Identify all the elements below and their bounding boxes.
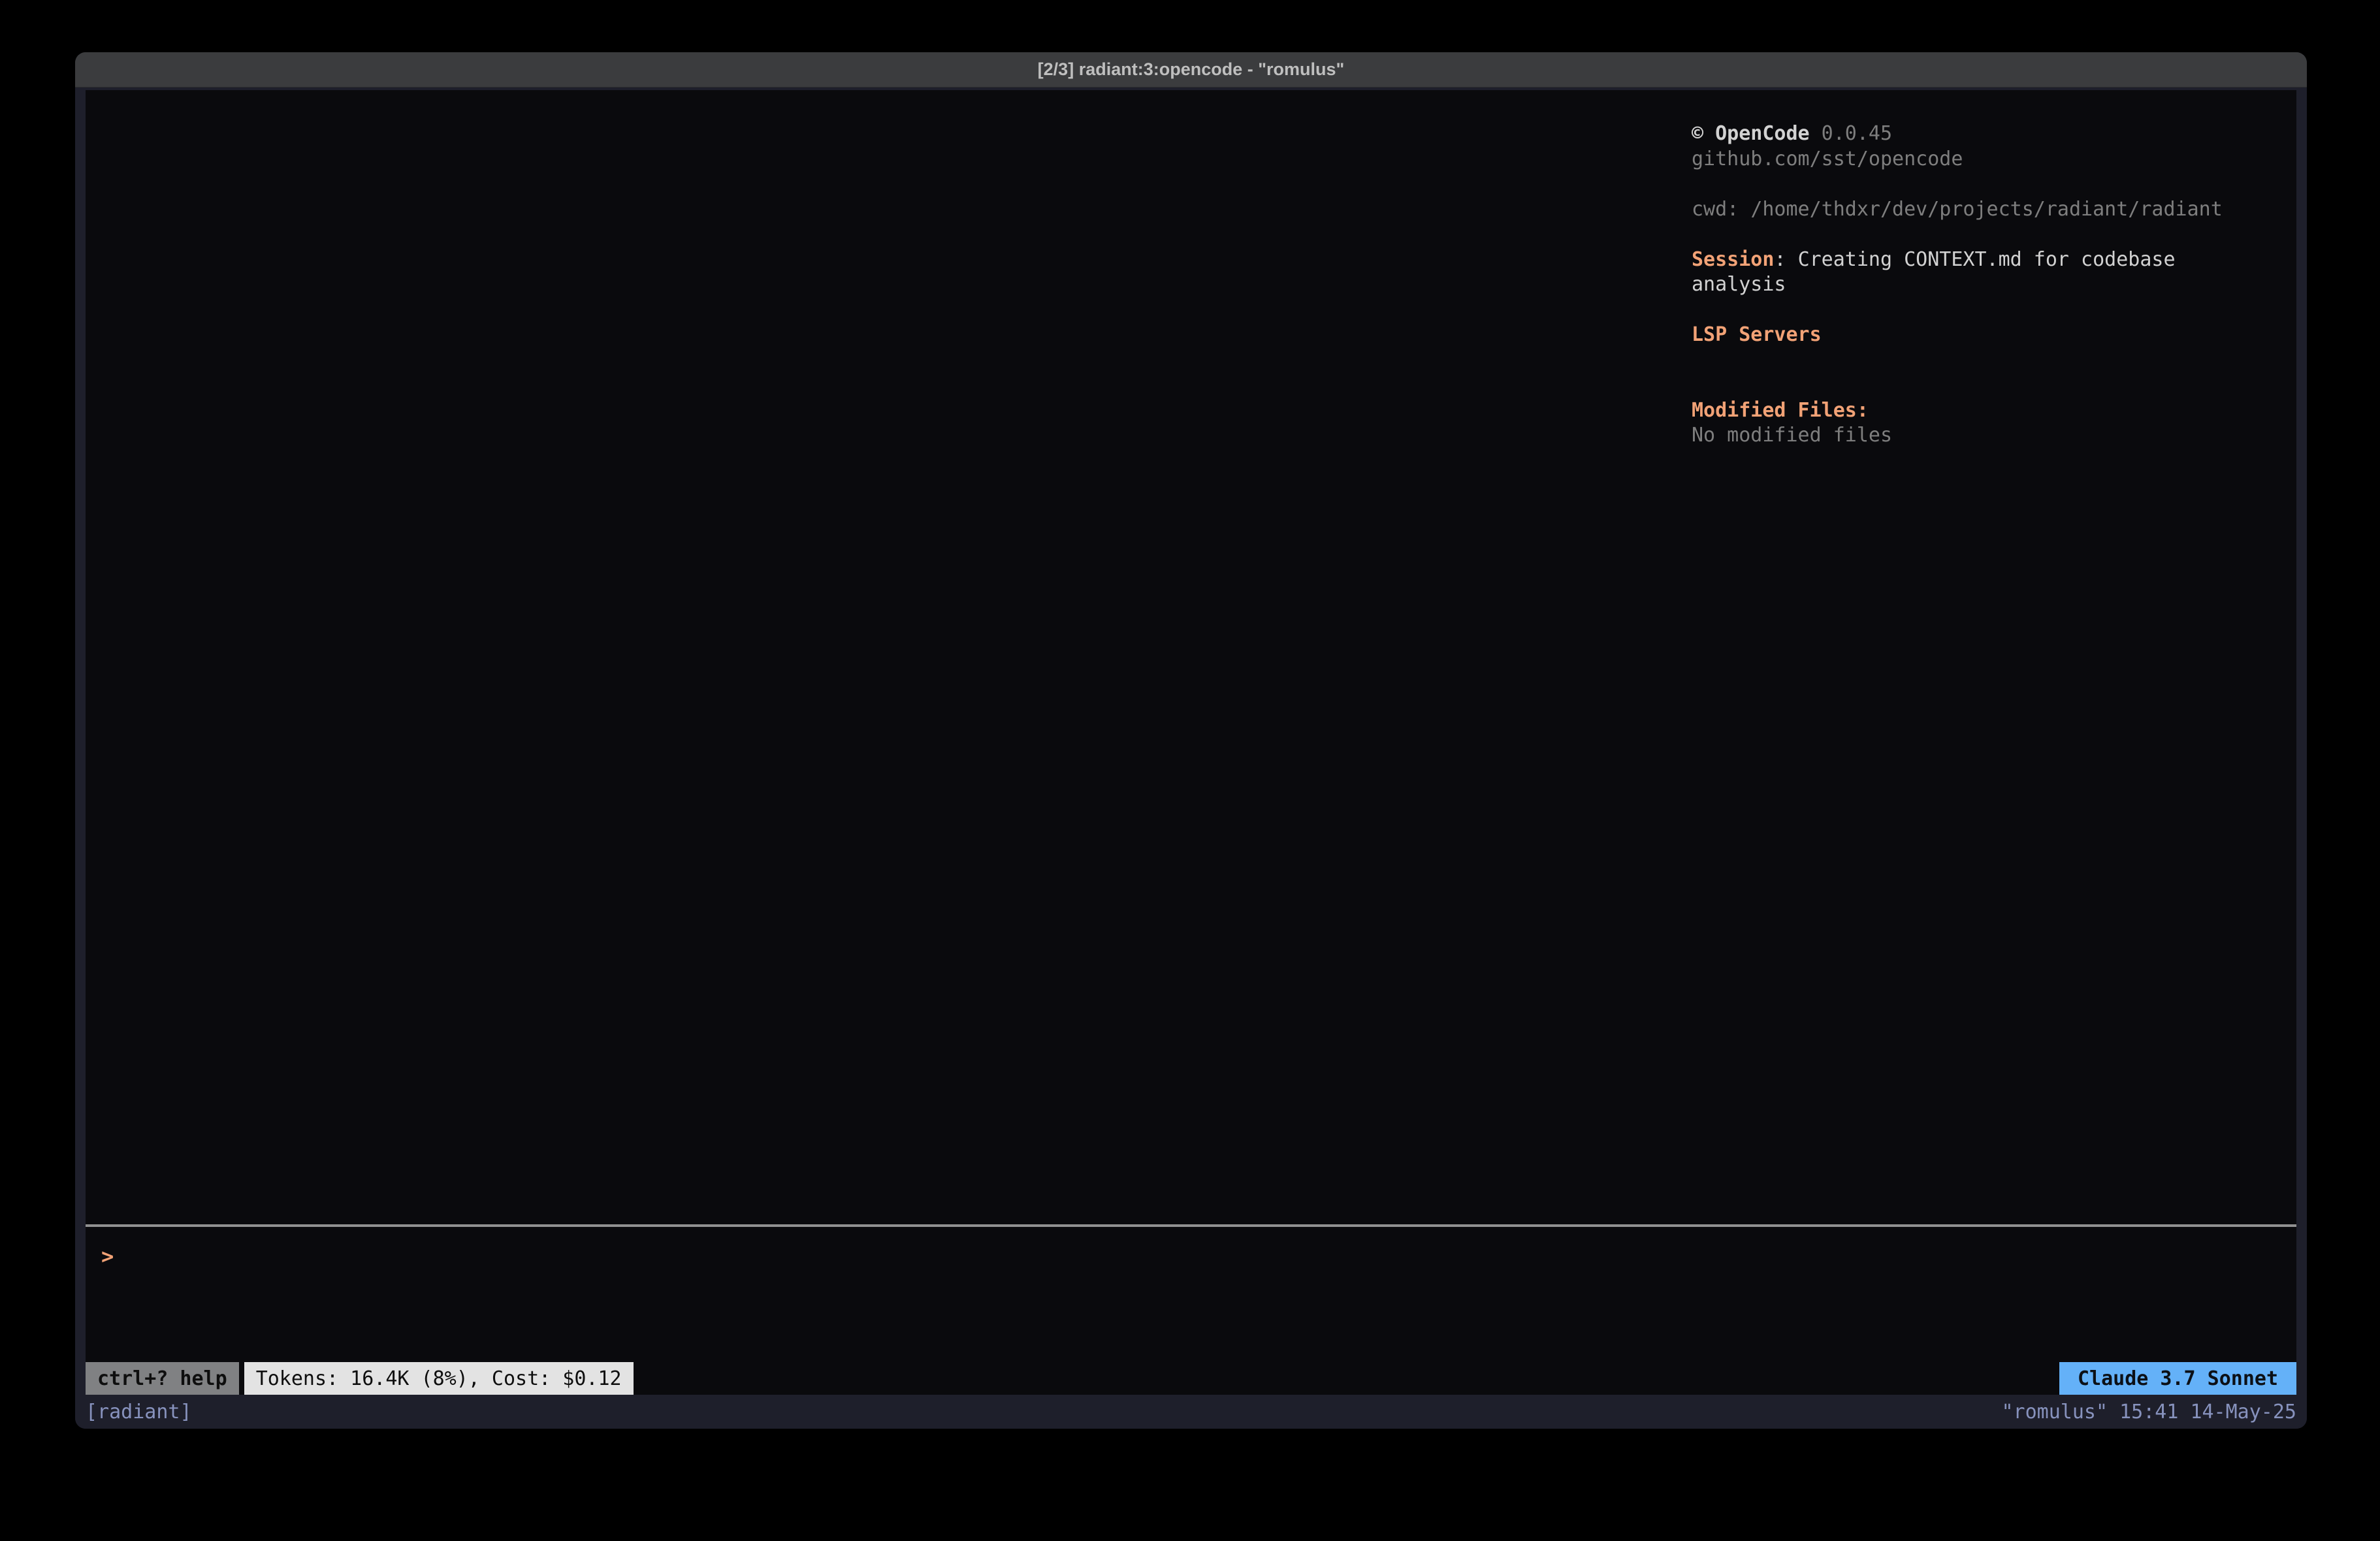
window-title: [2/3] radiant:3:opencode - "romulus"	[75, 59, 2307, 80]
status-spacer	[634, 1362, 2033, 1395]
close-button-icon[interactable]	[88, 63, 102, 76]
model-chip[interactable]: Claude 3.7 Sonnet	[2059, 1362, 2296, 1395]
brand-line: © OpenCode 0.0.45	[1692, 121, 2279, 147]
composer-area: >	[86, 1216, 2296, 1363]
help-chip[interactable]: ctrl+? help	[86, 1362, 239, 1395]
terminal-content: © OpenCode 0.0.45 github.com/sst/opencod…	[75, 87, 2307, 1429]
tmux-session-name: [radiant]	[86, 1401, 204, 1423]
modified-files-empty: No modified files	[1692, 423, 2279, 449]
info-sidebar: © OpenCode 0.0.45 github.com/sst/opencod…	[1692, 90, 2296, 1216]
terminal-window: [2/3] radiant:3:opencode - "romulus" © O…	[75, 52, 2307, 1429]
version-label: 0.0.45	[1810, 122, 1892, 145]
tmux-status-bar: [radiant] "romulus" 15:41 14-May-25	[75, 1395, 2307, 1429]
opencode-app: © OpenCode 0.0.45 github.com/sst/opencod…	[86, 90, 2296, 1395]
traffic-lights	[88, 52, 145, 87]
window-titlebar[interactable]: [2/3] radiant:3:opencode - "romulus"	[75, 52, 2307, 87]
tmux-host-clock: "romulus" 15:41 14-May-25	[2001, 1401, 2296, 1423]
session-label: Session	[1692, 248, 1774, 271]
zoom-button-icon[interactable]	[131, 63, 145, 76]
conversation-scroll-region[interactable]	[86, 90, 1692, 1216]
minimize-button-icon[interactable]	[110, 63, 123, 76]
repo-link[interactable]: github.com/sst/opencode	[1692, 147, 2279, 172]
lsp-servers-heading: LSP Servers	[1692, 323, 2279, 348]
session-line: Session: Creating CONTEXT.md for codebas…	[1692, 247, 2279, 298]
opencode-logo: © OpenCode	[1692, 122, 1810, 145]
status-bar: ctrl+? help Tokens: 16.4K (8%), Cost: $0…	[86, 1362, 2296, 1395]
input-divider	[86, 1224, 2296, 1227]
tokens-cost-chip: Tokens: 16.4K (8%), Cost: $0.12	[244, 1362, 634, 1395]
prompt-symbol: >	[101, 1244, 114, 1269]
message-input[interactable]: >	[101, 1244, 2296, 1269]
cwd-path: /home/thdxr/dev/projects/radiant/radiant	[1750, 198, 2222, 221]
cwd-line: cwd: /home/thdxr/dev/projects/radiant/ra…	[1692, 197, 2279, 223]
modified-files-heading: Modified Files:	[1692, 398, 2279, 424]
tmux-window-list: [radiant]	[86, 1401, 2001, 1423]
